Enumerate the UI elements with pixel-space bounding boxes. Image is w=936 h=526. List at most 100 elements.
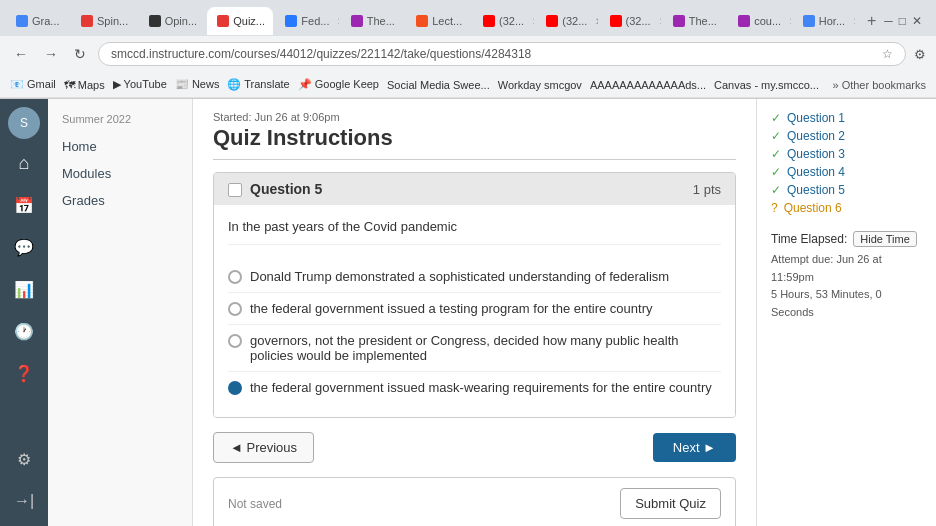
bm-workday[interactable]: Workday smcgov bbox=[498, 79, 582, 91]
radio-4[interactable] bbox=[228, 381, 242, 395]
tab-5[interactable]: Fed... ✕ bbox=[275, 7, 338, 35]
sidebar-question-1[interactable]: ✓ Question 1 bbox=[771, 109, 922, 127]
question-text: In the past years of the Covid pandemic bbox=[228, 219, 721, 245]
bm-ads[interactable]: AAAAAAAAAAAAAds... bbox=[590, 79, 706, 91]
sidebar-q5-label: Question 5 bbox=[787, 183, 845, 197]
bm-gmail[interactable]: 📧 Gmail bbox=[10, 78, 56, 91]
answer-text-4: the federal government issued mask-weari… bbox=[250, 380, 712, 395]
right-sidebar: ✓ Question 1 ✓ Question 2 ✓ Question 3 ✓… bbox=[756, 99, 936, 526]
hide-time-button[interactable]: Hide Time bbox=[853, 231, 917, 247]
tab-4-active[interactable]: Quiz... ✕ bbox=[207, 7, 273, 35]
tab-close-11[interactable]: ✕ bbox=[725, 16, 726, 27]
sidebar-q3-label: Question 3 bbox=[787, 147, 845, 161]
next-button[interactable]: Next ► bbox=[653, 433, 736, 462]
check-icon-1: ✓ bbox=[771, 111, 781, 125]
sidebar-q2-label: Question 2 bbox=[787, 129, 845, 143]
question-body: In the past years of the Covid pandemic … bbox=[214, 205, 735, 417]
nav-icon-settings[interactable]: ⚙ bbox=[6, 441, 42, 477]
nav-modules[interactable]: Modules bbox=[48, 160, 192, 187]
minimize-icon[interactable]: ─ bbox=[884, 14, 893, 28]
bm-translate[interactable]: 🌐 Translate bbox=[227, 78, 289, 91]
main-layout: S ⌂ 📅 💬 📊 🕐 ❓ ⚙ →| Summer 2022 Home Modu… bbox=[0, 99, 936, 526]
sidebar-question-2[interactable]: ✓ Question 2 bbox=[771, 127, 922, 145]
tab-bar: Gra... ✕ Spin... ✕ Opin... ✕ Quiz... ✕ F… bbox=[0, 0, 936, 36]
nav-icon-calendar[interactable]: 📅 bbox=[6, 187, 42, 223]
tab-7[interactable]: Lect... ✕ bbox=[406, 7, 471, 35]
tab-close-5[interactable]: ✕ bbox=[337, 16, 338, 27]
tab-label: Lect... bbox=[432, 15, 462, 27]
time-elapsed-text: Time Elapsed: bbox=[771, 232, 847, 246]
bm-more[interactable]: » Other bookmarks bbox=[832, 79, 926, 91]
reload-button[interactable]: ↻ bbox=[70, 46, 90, 62]
tab-label: cou... bbox=[754, 15, 781, 27]
time-elapsed-label: Time Elapsed: Hide Time bbox=[771, 231, 922, 247]
answer-option-2[interactable]: the federal government issued a testing … bbox=[228, 293, 721, 325]
tab-favicon bbox=[546, 15, 558, 27]
bm-keep[interactable]: 📌 Google Keep bbox=[298, 78, 379, 91]
not-saved-text: Not saved bbox=[228, 497, 282, 511]
extensions-icon[interactable]: ⚙ bbox=[914, 47, 926, 62]
tab-favicon bbox=[610, 15, 622, 27]
tab-1[interactable]: Gra... ✕ bbox=[6, 7, 69, 35]
radio-3[interactable] bbox=[228, 334, 242, 348]
nav-icon-history[interactable]: 🕐 bbox=[6, 313, 42, 349]
new-tab-button[interactable]: + bbox=[861, 12, 882, 30]
bm-news[interactable]: 📰 News bbox=[175, 78, 220, 91]
tab-8[interactable]: (32... ✕ bbox=[473, 7, 534, 35]
tab-close-13[interactable]: ✕ bbox=[853, 16, 855, 27]
sidebar-q1-label: Question 1 bbox=[787, 111, 845, 125]
radio-1[interactable] bbox=[228, 270, 242, 284]
user-avatar[interactable]: S bbox=[8, 107, 40, 139]
sidebar-question-4[interactable]: ✓ Question 4 bbox=[771, 163, 922, 181]
nav-icon-inbox[interactable]: 💬 bbox=[6, 229, 42, 265]
tab-10[interactable]: (32... ✕ bbox=[600, 7, 661, 35]
check-icon-4: ✓ bbox=[771, 165, 781, 179]
tab-label: Fed... bbox=[301, 15, 329, 27]
tab-6[interactable]: The... ✕ bbox=[341, 7, 404, 35]
tab-11[interactable]: The... ✕ bbox=[663, 7, 726, 35]
bookmark-icon[interactable]: ☆ bbox=[882, 47, 893, 61]
nav-icon-gradebook[interactable]: 📊 bbox=[6, 271, 42, 307]
nav-grades[interactable]: Grades bbox=[48, 187, 192, 214]
forward-button[interactable]: → bbox=[40, 46, 62, 62]
tab-close-7[interactable]: ✕ bbox=[470, 16, 471, 27]
answer-option-4[interactable]: the federal government issued mask-weari… bbox=[228, 372, 721, 403]
nav-home[interactable]: Home bbox=[48, 133, 192, 160]
bm-youtube[interactable]: ▶ YouTube bbox=[113, 78, 167, 91]
nav-icon-help[interactable]: ❓ bbox=[6, 355, 42, 391]
submit-quiz-button[interactable]: Submit Quiz bbox=[620, 488, 721, 519]
question-flag-checkbox[interactable] bbox=[228, 183, 242, 197]
sidebar-question-3[interactable]: ✓ Question 3 bbox=[771, 145, 922, 163]
tab-favicon bbox=[16, 15, 28, 27]
nav-icon-home[interactable]: ⌂ bbox=[6, 145, 42, 181]
maximize-icon[interactable]: □ bbox=[899, 14, 906, 28]
close-icon[interactable]: ✕ bbox=[912, 14, 922, 28]
tab-3[interactable]: Opin... ✕ bbox=[139, 7, 206, 35]
tab-12[interactable]: cou... ✕ bbox=[728, 7, 791, 35]
tab-close-8[interactable]: ✕ bbox=[532, 16, 534, 27]
nav-icon-collapse[interactable]: →| bbox=[6, 483, 42, 519]
nav-buttons: ◄ Previous Next ► bbox=[213, 432, 736, 463]
tab-13[interactable]: Hor... ✕ bbox=[793, 7, 855, 35]
tab-close-12[interactable]: ✕ bbox=[789, 16, 791, 27]
tab-close-9[interactable]: ✕ bbox=[595, 16, 597, 27]
back-button[interactable]: ← bbox=[10, 46, 32, 62]
answer-text-3: governors, not the president or Congress… bbox=[250, 333, 721, 363]
tab-close-1[interactable]: ✕ bbox=[68, 16, 70, 27]
previous-button[interactable]: ◄ Previous bbox=[213, 432, 314, 463]
question-card: Question 5 1 pts In the past years of th… bbox=[213, 172, 736, 418]
sidebar-question-5[interactable]: ✓ Question 5 bbox=[771, 181, 922, 199]
answer-option-1[interactable]: Donald Trump demonstrated a sophisticate… bbox=[228, 261, 721, 293]
radio-2[interactable] bbox=[228, 302, 242, 316]
bm-social[interactable]: Social Media Swee... bbox=[387, 79, 490, 91]
url-box[interactable]: smccd.instructure.com/courses/44012/quiz… bbox=[98, 42, 906, 66]
tab-close-6[interactable]: ✕ bbox=[403, 16, 404, 27]
sidebar-question-6[interactable]: ? Question 6 bbox=[771, 199, 922, 217]
tab-close-10[interactable]: ✕ bbox=[659, 16, 661, 27]
tab-9[interactable]: (32... ✕ bbox=[536, 7, 597, 35]
answer-option-3[interactable]: governors, not the president or Congress… bbox=[228, 325, 721, 372]
check-icon-3: ✓ bbox=[771, 147, 781, 161]
bm-canvas[interactable]: Canvas - my.smcco... bbox=[714, 79, 819, 91]
tab-2[interactable]: Spin... ✕ bbox=[71, 7, 137, 35]
bm-maps[interactable]: 🗺 Maps bbox=[64, 79, 105, 91]
